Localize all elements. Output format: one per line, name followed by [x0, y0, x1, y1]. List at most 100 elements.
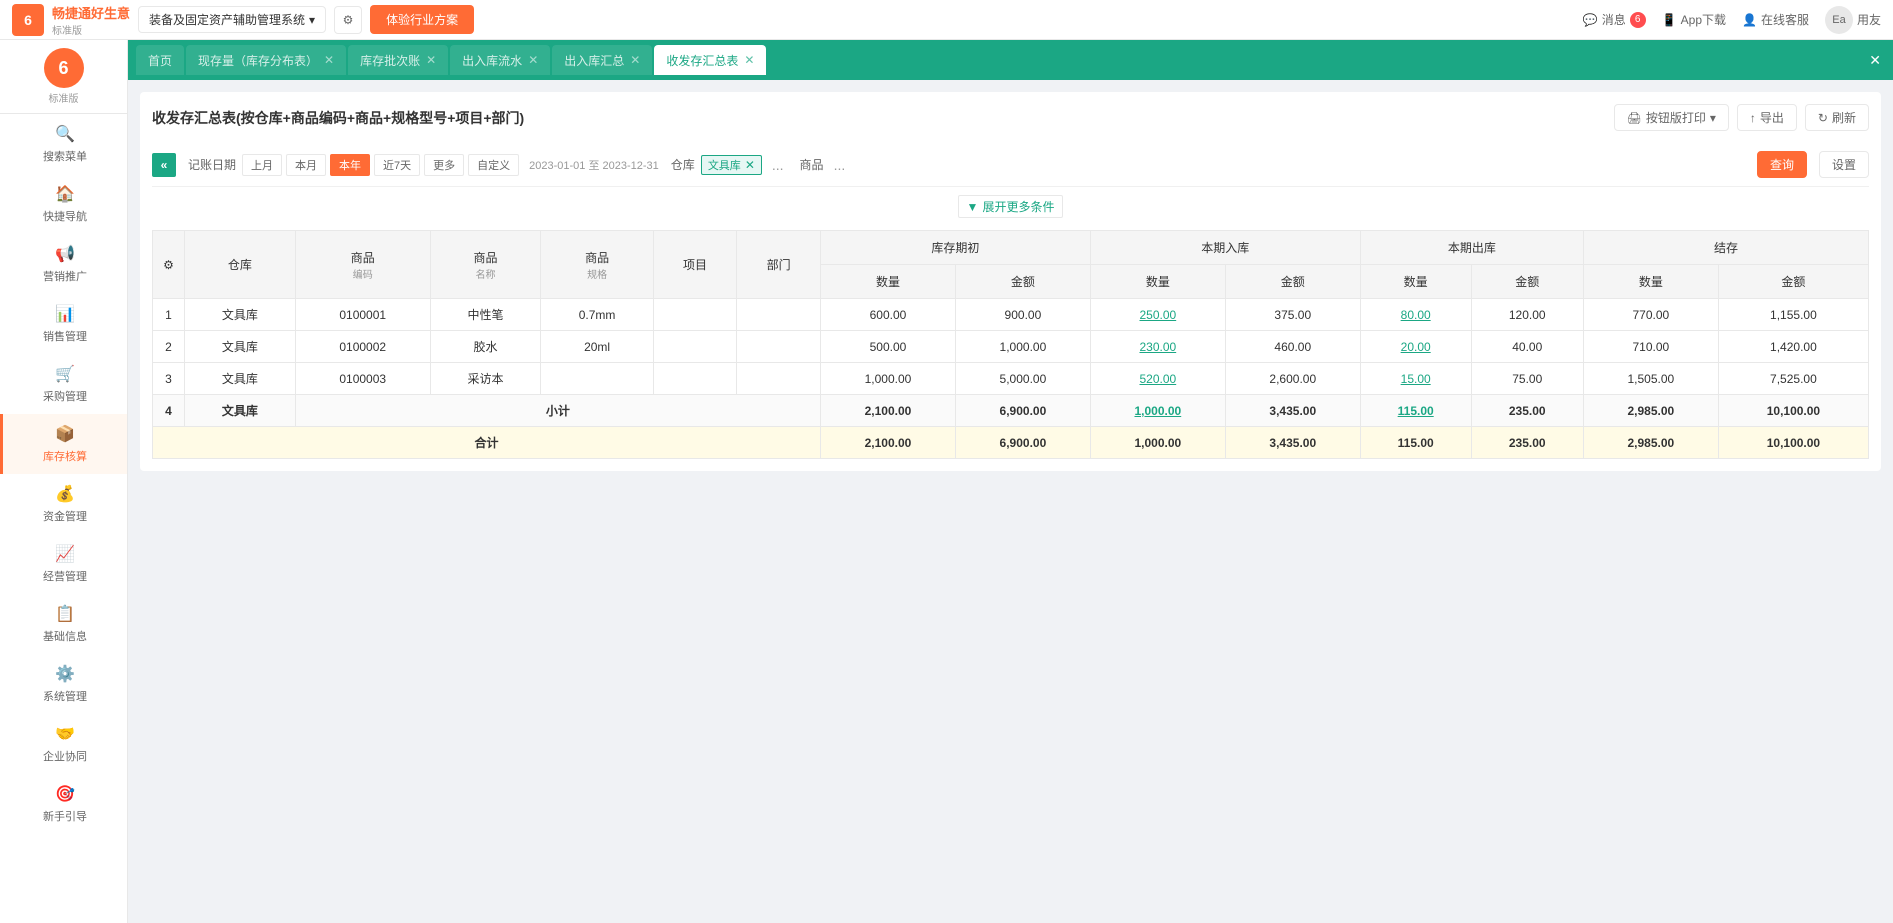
date-btn-0[interactable]: 上月 [242, 154, 282, 176]
data-table: ⚙ 仓库 商品编码 商品名称 商品规格 项目 部门 库存期初 本期入库 [152, 230, 1869, 459]
warehouse-tag-close[interactable]: ✕ [745, 158, 755, 172]
expand-button[interactable]: ▼ 展开更多条件 [958, 195, 1064, 218]
tab-close-batch[interactable]: ✕ [426, 53, 436, 67]
filter-collapse-button[interactable]: « [152, 153, 176, 177]
subtotal-out-amt: 235.00 [1471, 395, 1583, 427]
th-warehouse: 仓库 [185, 231, 296, 299]
system-icon: ⚙️ [55, 664, 75, 684]
enterprise-icon: 🤝 [55, 724, 75, 744]
row-open-amt: 5,000.00 [955, 363, 1090, 395]
date-btn-5[interactable]: 自定义 [468, 154, 519, 176]
tab-receive-summary[interactable]: 收发存汇总表✕ [654, 45, 766, 75]
th-close-amt: 金额 [1718, 265, 1868, 299]
row-department [737, 363, 821, 395]
finance-icon: 💰 [55, 484, 75, 504]
sidebar-item-enterprise[interactable]: 🤝企业协同 [0, 714, 127, 774]
date-btn-4[interactable]: 更多 [424, 154, 464, 176]
app-logo: 6 [12, 4, 44, 36]
close-page-button[interactable]: ✕ [1865, 48, 1885, 73]
message-button[interactable]: 💬 消息 6 [1583, 11, 1646, 28]
table-settings-button[interactable]: 设置 [1819, 151, 1869, 178]
print-button[interactable]: 🖨 按钮版打印 ▾ [1614, 104, 1729, 131]
total-close-amt: 10,100.00 [1718, 427, 1868, 459]
row-out-qty[interactable]: 20.00 [1360, 331, 1471, 363]
row-project [653, 363, 737, 395]
row-open-qty: 500.00 [821, 331, 956, 363]
sidebar-version: 标准版 [8, 90, 119, 105]
sidebar-item-marketing[interactable]: 📢营销推广 [0, 234, 127, 294]
message-icon: 💬 [1583, 13, 1598, 27]
print-dropdown-icon: ▾ [1710, 111, 1716, 125]
subtotal-close-amt: 10,100.00 [1718, 395, 1868, 427]
goods-more-button[interactable]: ... [830, 157, 850, 173]
row-department [737, 331, 821, 363]
tab-close-inventory-dist[interactable]: ✕ [324, 53, 334, 67]
app-download-button[interactable]: 📱 App下载 [1662, 11, 1726, 28]
tab-label-inout-summary: 出入库汇总 [564, 52, 624, 69]
th-out-qty: 数量 [1360, 265, 1471, 299]
th-in-amt: 金额 [1225, 265, 1360, 299]
date-btn-3[interactable]: 近7天 [374, 154, 420, 176]
row-in-qty[interactable]: 520.00 [1090, 363, 1225, 395]
row-in-qty[interactable]: 250.00 [1090, 299, 1225, 331]
print-icon: 🖨 [1627, 111, 1642, 125]
subtotal-in-qty[interactable]: 1,000.00 [1090, 395, 1225, 427]
row-warehouse: 文具库 [185, 363, 296, 395]
column-settings-icon[interactable]: ⚙ [163, 258, 174, 272]
sidebar-item-base[interactable]: 📋基础信息 [0, 594, 127, 654]
row-out-qty[interactable]: 15.00 [1360, 363, 1471, 395]
date-btn-1[interactable]: 本月 [286, 154, 326, 176]
refresh-button[interactable]: ↻ 刷新 [1805, 104, 1869, 131]
warehouse-more-button[interactable]: ... [768, 157, 788, 173]
online-service-button[interactable]: 👤 在线客服 [1742, 11, 1809, 28]
sidebar-item-purchase[interactable]: 🛒采购管理 [0, 354, 127, 414]
sidebar-item-quicknav[interactable]: 🏠快捷导航 [0, 174, 127, 234]
sidebar-item-search[interactable]: 🔍搜索菜单 [0, 114, 127, 174]
print-label: 按钮版打印 [1646, 109, 1706, 126]
sidebar-item-finance[interactable]: 💰 资金管理 [0, 474, 127, 534]
sidebar-item-label: 系统管理 [43, 688, 87, 704]
tab-inventory-dist[interactable]: 现存量（库存分布表）✕ [186, 45, 346, 75]
th-in-qty: 数量 [1090, 265, 1225, 299]
warehouse-tag[interactable]: 文具库 ✕ [701, 155, 762, 175]
refresh-icon: ↻ [1818, 111, 1828, 125]
sidebar-item-label: 销售管理 [43, 328, 87, 344]
table-settings-header[interactable]: ⚙ [153, 231, 185, 299]
date-btn-2[interactable]: 本年 [330, 154, 370, 176]
sidebar-item-inventory[interactable]: 📦库存核算 [0, 414, 127, 474]
user-menu[interactable]: Ea 用友 [1825, 6, 1881, 34]
online-service-label: 在线客服 [1761, 11, 1809, 28]
settings-button[interactable]: ⚙ [334, 6, 362, 34]
newbie-icon: 🎯 [55, 784, 75, 804]
sales-icon: 📊 [55, 304, 75, 324]
tab-close-inout-flow[interactable]: ✕ [528, 53, 538, 67]
export-button[interactable]: ↑ 导出 [1737, 104, 1797, 131]
sidebar-item-newbie[interactable]: 🎯新手引导 [0, 774, 127, 834]
sidebar-item-system[interactable]: ⚙️ 系统管理 [0, 654, 127, 714]
row-goods-name: 中性笔 [430, 299, 541, 331]
tab-close-receive-summary[interactable]: ✕ [744, 53, 754, 67]
row-in-qty[interactable]: 230.00 [1090, 331, 1225, 363]
main-area: 6 标准版 🔍搜索菜单🏠快捷导航📢营销推广📊销售管理🛒采购管理📦库存核算💰资金管… [0, 40, 1893, 923]
row-department [737, 299, 821, 331]
tab-close-inout-summary[interactable]: ✕ [630, 53, 640, 67]
system-name-text: 装备及固定资产辅助管理系统 [149, 11, 305, 28]
tab-label-batch: 库存批次账 [360, 52, 420, 69]
tab-inout-summary[interactable]: 出入库汇总 ✕ [552, 45, 652, 75]
row-out-qty[interactable]: 80.00 [1360, 299, 1471, 331]
subtotal-open-amt: 6,900.00 [955, 395, 1090, 427]
subtotal-out-qty[interactable]: 115.00 [1360, 395, 1471, 427]
sidebar-item-operation[interactable]: 📈经营管理 [0, 534, 127, 594]
query-button[interactable]: 查询 [1757, 151, 1807, 178]
goods-label: 商品 [800, 156, 824, 173]
sidebar-item-label: 资金管理 [43, 508, 87, 524]
subtotal-close-qty: 2,985.00 [1583, 395, 1718, 427]
row-project [653, 299, 737, 331]
tab-inout-flow[interactable]: 出入库流水✕ [450, 45, 550, 75]
row-warehouse: 文具库 [185, 331, 296, 363]
tab-batch[interactable]: 库存批次账 ✕ [348, 45, 448, 75]
trial-button[interactable]: 体验行业方案 [370, 5, 474, 34]
system-name-selector[interactable]: 装备及固定资产辅助管理系统 ▾ [138, 6, 326, 33]
tab-home[interactable]: 首页 [136, 45, 184, 75]
sidebar-item-sales[interactable]: 📊 销售管理 [0, 294, 127, 354]
